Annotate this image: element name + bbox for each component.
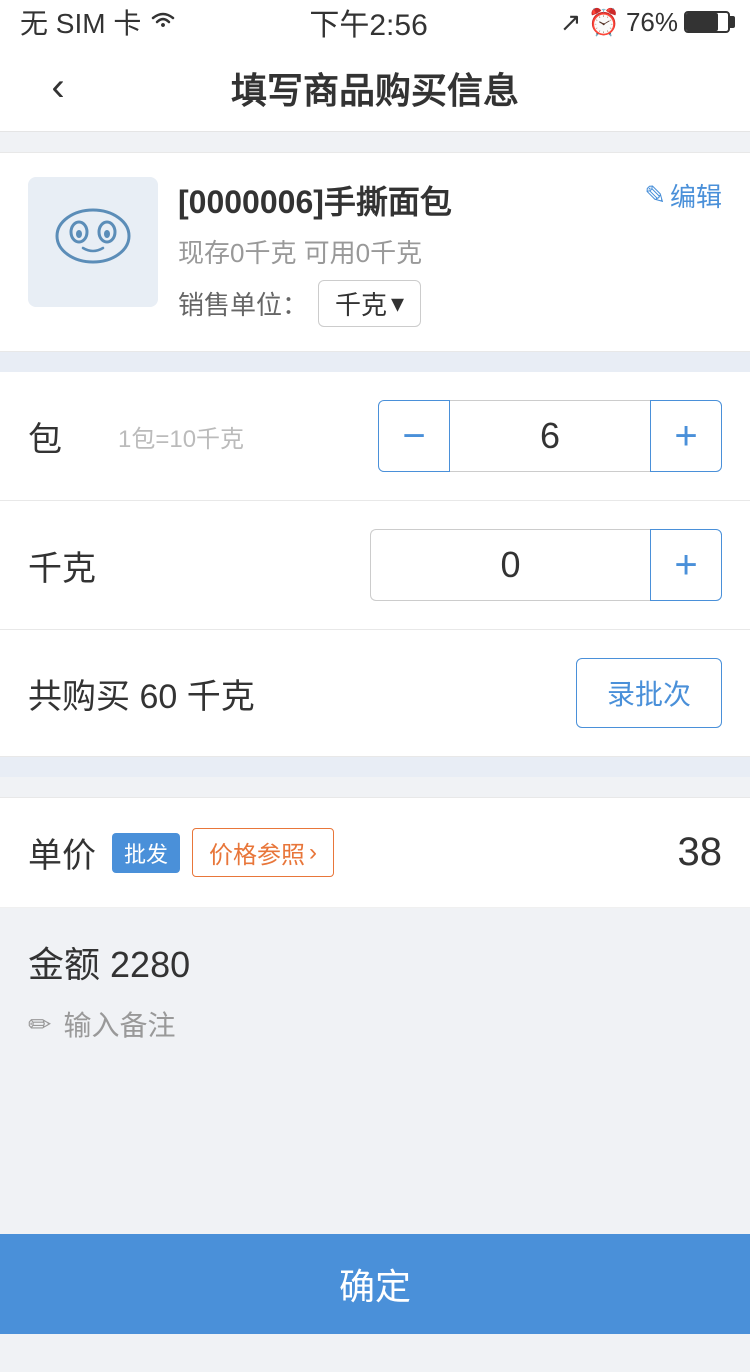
alarm-icon: ⏰ [588, 7, 620, 38]
bag-increment-button[interactable]: + [650, 400, 722, 472]
battery-percent: 76% [626, 7, 678, 38]
product-info: [0000006]手撕面包 ✎ 编辑 现存0千克 可用0千克 销售单位： 千克 … [178, 177, 722, 327]
confirm-bar[interactable]: 确定 [0, 1234, 750, 1334]
confirm-button-label: 确定 [339, 1258, 411, 1310]
edit-button[interactable]: ✎ 编辑 [644, 177, 722, 214]
amount-row: 金额 2280 [28, 936, 722, 988]
wifi-icon [149, 6, 177, 38]
section-divider-2 [0, 757, 750, 777]
back-button[interactable]: ‹ [28, 58, 88, 118]
total-row: 共购买 60 千克 录批次 [0, 630, 750, 757]
bag-quantity-input[interactable] [450, 400, 650, 472]
section-divider-1 [0, 352, 750, 372]
kg-input-row: 千克 + [0, 501, 750, 630]
amount-section: 金额 2280 ✏ 输入备注 [0, 908, 750, 1072]
price-label: 单价 [28, 828, 96, 877]
batch-button[interactable]: 录批次 [576, 658, 722, 728]
page-title: 填写商品购买信息 [231, 62, 519, 114]
product-unit: 销售单位： 千克 ▾ [178, 280, 722, 327]
status-right: ↗ ⏰ 76% [560, 7, 730, 38]
product-name: [0000006]手撕面包 [178, 177, 644, 223]
remark-row[interactable]: ✏ 输入备注 [28, 1004, 722, 1044]
tag-batch: 批发 [112, 833, 180, 873]
carrier-label: 无 SIM 卡 [20, 2, 141, 42]
pencil-icon: ✏ [28, 1008, 51, 1041]
unit-dropdown-icon: ▾ [391, 288, 404, 319]
edit-icon: ✎ [644, 180, 666, 211]
nav-bar: ‹ 填写商品购买信息 [0, 44, 750, 132]
price-value: 38 [678, 830, 723, 875]
kg-input-controls: + [370, 529, 722, 601]
total-label: 共购买 60 千克 [28, 669, 255, 718]
amount-number: 2280 [110, 944, 190, 985]
price-row: 单价 批发 价格参照 › 38 [0, 798, 750, 908]
product-stock: 现存0千克 可用0千克 [178, 233, 722, 270]
status-time: 下午2:56 [309, 0, 427, 44]
location-icon: ↗ [560, 7, 582, 38]
bag-input-row: 包 1包=10千克 − + [0, 372, 750, 501]
kg-quantity-input[interactable] [370, 529, 650, 601]
unit-select[interactable]: 千克 ▾ [318, 280, 421, 327]
product-card: [0000006]手撕面包 ✎ 编辑 现存0千克 可用0千克 销售单位： 千克 … [0, 152, 750, 352]
bag-input-controls: − + [378, 400, 722, 472]
remark-placeholder: 输入备注 [63, 1004, 175, 1044]
bag-label: 包 [28, 412, 108, 461]
status-bar: 无 SIM 卡 下午2:56 ↗ ⏰ 76% [0, 0, 750, 44]
battery-icon [684, 11, 730, 33]
product-logo-icon [53, 206, 133, 278]
quantity-section: 包 1包=10千克 − + 千克 + [0, 372, 750, 630]
kg-increment-button[interactable]: + [650, 529, 722, 601]
unit-value: 千克 [335, 285, 387, 322]
price-ref-label: 价格参照 [209, 835, 305, 870]
product-image [28, 177, 158, 307]
bag-decrement-button[interactable]: − [378, 400, 450, 472]
price-section: 单价 批发 价格参照 › 38 [0, 797, 750, 908]
price-ref-icon: › [309, 839, 317, 867]
status-left: 无 SIM 卡 [20, 2, 177, 42]
amount-label: 金额 [28, 944, 100, 985]
edit-label: 编辑 [670, 177, 722, 214]
unit-label: 销售单位： [178, 285, 308, 322]
bag-hint: 1包=10千克 [118, 419, 378, 454]
price-ref-button[interactable]: 价格参照 › [192, 828, 334, 877]
kg-label: 千克 [28, 541, 108, 590]
product-header: [0000006]手撕面包 ✎ 编辑 [178, 177, 722, 223]
